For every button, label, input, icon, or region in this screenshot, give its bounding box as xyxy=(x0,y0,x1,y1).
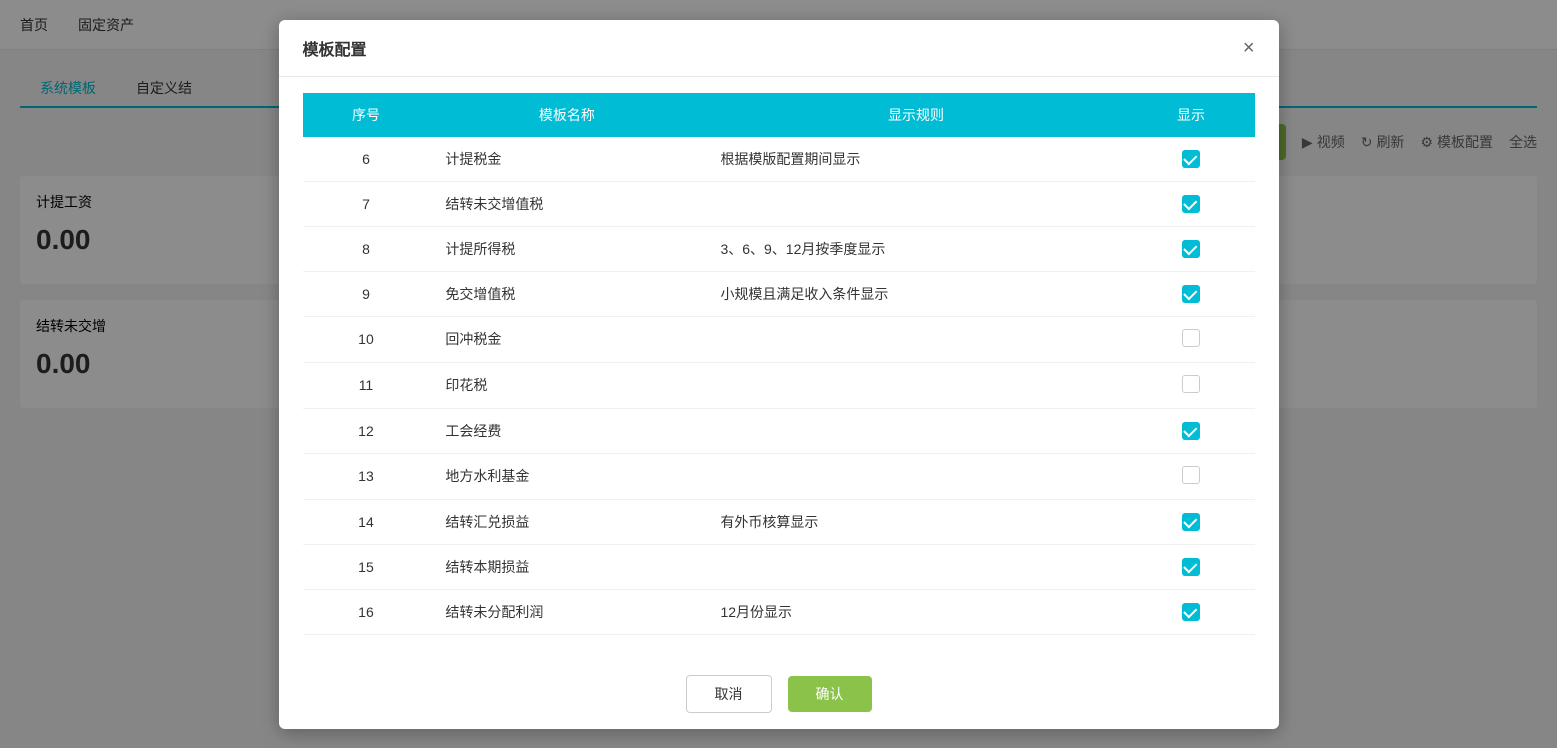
checkbox-checked[interactable] xyxy=(1182,150,1200,168)
cell-index: 6 xyxy=(303,137,430,182)
checkbox-checked[interactable] xyxy=(1182,285,1200,303)
cell-name: 结转汇兑损益 xyxy=(429,499,704,544)
col-index: 序号 xyxy=(303,93,430,137)
cell-index: 14 xyxy=(303,499,430,544)
table-row: 13地方水利基金 xyxy=(303,453,1255,499)
cell-rule xyxy=(704,362,1127,408)
checkbox-unchecked[interactable] xyxy=(1182,329,1200,347)
modal-footer: 取消 确认 xyxy=(279,659,1279,729)
modal-overlay: 模板配置 × 序号 模板名称 显示规则 显示 6计提税金根据模版配置期间显示7结… xyxy=(0,0,1557,748)
cell-index: 7 xyxy=(303,181,430,226)
close-button[interactable]: × xyxy=(1243,38,1255,58)
checkbox-checked[interactable] xyxy=(1182,422,1200,440)
table-row: 11印花税 xyxy=(303,362,1255,408)
table-row: 8计提所得税3、6、9、12月按季度显示 xyxy=(303,226,1255,271)
cell-checkbox[interactable] xyxy=(1128,181,1255,226)
cell-index: 9 xyxy=(303,271,430,316)
cell-rule xyxy=(704,316,1127,362)
cell-name: 结转本期损益 xyxy=(429,544,704,589)
cell-checkbox[interactable] xyxy=(1128,499,1255,544)
cell-checkbox[interactable] xyxy=(1128,316,1255,362)
cell-name: 结转未分配利润 xyxy=(429,589,704,634)
cell-name: 工会经费 xyxy=(429,408,704,453)
cell-name: 免交增值税 xyxy=(429,271,704,316)
cell-rule xyxy=(704,408,1127,453)
table-row: 9免交增值税小规模且满足收入条件显示 xyxy=(303,271,1255,316)
cancel-button[interactable]: 取消 xyxy=(686,675,772,713)
cell-name: 地方水利基金 xyxy=(429,453,704,499)
cell-name: 结转未交增值税 xyxy=(429,181,704,226)
table-row: 6计提税金根据模版配置期间显示 xyxy=(303,137,1255,182)
cell-index: 16 xyxy=(303,589,430,634)
cell-checkbox[interactable] xyxy=(1128,453,1255,499)
table-header-row: 序号 模板名称 显示规则 显示 xyxy=(303,93,1255,137)
modal-title: 模板配置 xyxy=(303,36,367,60)
checkbox-checked[interactable] xyxy=(1182,513,1200,531)
modal-template-config: 模板配置 × 序号 模板名称 显示规则 显示 6计提税金根据模版配置期间显示7结… xyxy=(279,20,1279,729)
cell-checkbox[interactable] xyxy=(1128,408,1255,453)
cell-name: 印花税 xyxy=(429,362,704,408)
checkbox-unchecked[interactable] xyxy=(1182,466,1200,484)
col-rule: 显示规则 xyxy=(704,93,1127,137)
checkbox-checked[interactable] xyxy=(1182,240,1200,258)
cell-index: 13 xyxy=(303,453,430,499)
cell-rule: 12月份显示 xyxy=(704,589,1127,634)
cell-rule xyxy=(704,453,1127,499)
table-row: 16结转未分配利润12月份显示 xyxy=(303,589,1255,634)
cell-index: 15 xyxy=(303,544,430,589)
cell-checkbox[interactable] xyxy=(1128,362,1255,408)
cell-name: 计提税金 xyxy=(429,137,704,182)
table-row: 12工会经费 xyxy=(303,408,1255,453)
cell-index: 10 xyxy=(303,316,430,362)
config-table: 序号 模板名称 显示规则 显示 6计提税金根据模版配置期间显示7结转未交增值税8… xyxy=(303,93,1255,635)
cell-rule: 3、6、9、12月按季度显示 xyxy=(704,226,1127,271)
table-row: 14结转汇兑损益有外币核算显示 xyxy=(303,499,1255,544)
modal-body: 序号 模板名称 显示规则 显示 6计提税金根据模版配置期间显示7结转未交增值税8… xyxy=(279,77,1279,659)
cell-rule: 有外币核算显示 xyxy=(704,499,1127,544)
cell-checkbox[interactable] xyxy=(1128,226,1255,271)
cell-checkbox[interactable] xyxy=(1128,137,1255,182)
cell-rule xyxy=(704,181,1127,226)
table-row: 15结转本期损益 xyxy=(303,544,1255,589)
col-name: 模板名称 xyxy=(429,93,704,137)
cell-index: 11 xyxy=(303,362,430,408)
cell-checkbox[interactable] xyxy=(1128,544,1255,589)
cell-checkbox[interactable] xyxy=(1128,589,1255,634)
checkbox-checked[interactable] xyxy=(1182,558,1200,576)
modal-header: 模板配置 × xyxy=(279,20,1279,77)
cell-rule: 小规模且满足收入条件显示 xyxy=(704,271,1127,316)
cell-index: 8 xyxy=(303,226,430,271)
table-row: 7结转未交增值税 xyxy=(303,181,1255,226)
cell-rule xyxy=(704,544,1127,589)
confirm-button[interactable]: 确认 xyxy=(788,676,872,712)
cell-name: 计提所得税 xyxy=(429,226,704,271)
cell-rule: 根据模版配置期间显示 xyxy=(704,137,1127,182)
cell-name: 回冲税金 xyxy=(429,316,704,362)
table-row: 10回冲税金 xyxy=(303,316,1255,362)
checkbox-unchecked[interactable] xyxy=(1182,375,1200,393)
checkbox-checked[interactable] xyxy=(1182,195,1200,213)
col-display: 显示 xyxy=(1128,93,1255,137)
checkbox-checked[interactable] xyxy=(1182,603,1200,621)
cell-index: 12 xyxy=(303,408,430,453)
cell-checkbox[interactable] xyxy=(1128,271,1255,316)
